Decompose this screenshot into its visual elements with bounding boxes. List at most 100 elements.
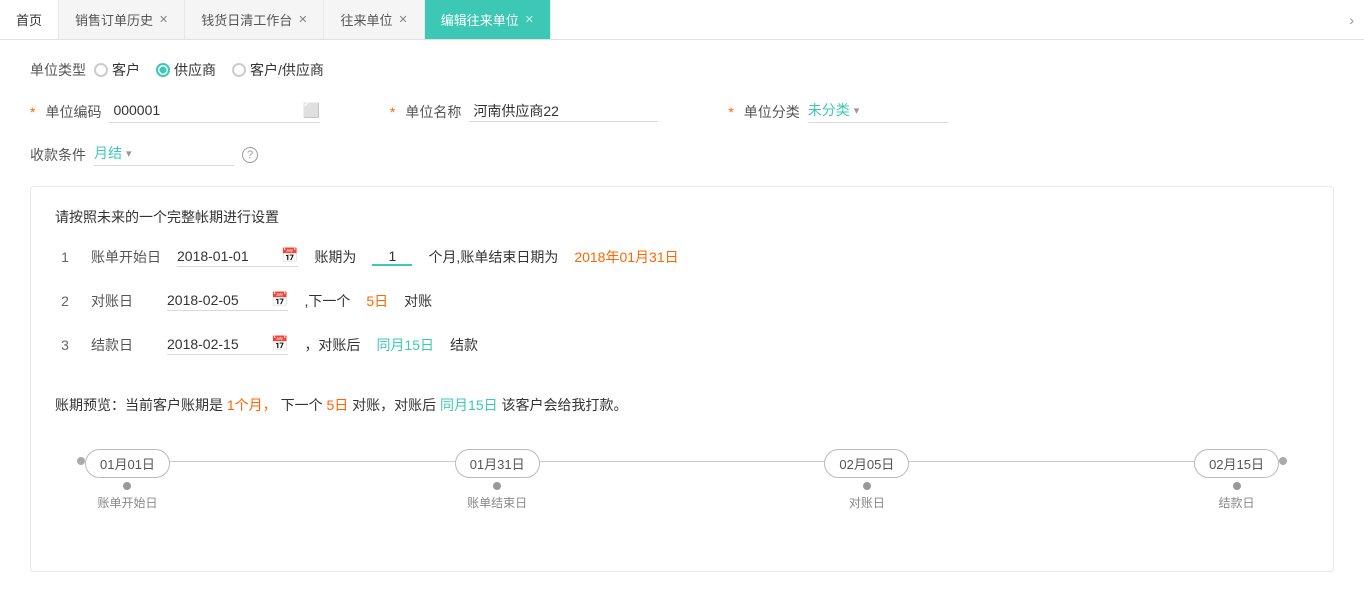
radio-supplier[interactable]: 供应商 bbox=[156, 60, 216, 80]
preview-label: 账期预览：当前客户账期是 bbox=[55, 397, 223, 413]
account-start-suffix: 个月,账单结束日期为 bbox=[428, 247, 558, 267]
settlement-label: 结款日 bbox=[91, 335, 151, 355]
row-num-2: 2 bbox=[55, 293, 75, 309]
reconcile-date-input[interactable] bbox=[167, 292, 267, 308]
reconcile-row: 2 对账日 📅 ,下一个 5日 对账 bbox=[55, 291, 1309, 311]
unit-type-group: 单位类型 客户 供应商 客户/供应商 bbox=[30, 60, 324, 80]
month-input[interactable] bbox=[372, 248, 412, 266]
tab-edit-partner-label: 编辑往来单位 bbox=[441, 10, 519, 29]
account-start-cal-icon[interactable]: 📅 bbox=[281, 247, 298, 264]
timeline-date-2: 01月31日 bbox=[455, 449, 540, 478]
radio-customer-label: 客户 bbox=[112, 60, 140, 80]
copy-icon[interactable]: ⬜ bbox=[302, 102, 319, 119]
timeline-dot-3 bbox=[863, 482, 871, 490]
preview-text: 账期预览：当前客户账期是 1个月， 下一个 5日 对账，对账后 同月15日 该客… bbox=[55, 395, 1309, 415]
unit-name-label: 单位名称 bbox=[405, 102, 461, 122]
unit-code-input-wrapper: ⬜ bbox=[109, 100, 319, 123]
chevron-right-icon: › bbox=[1349, 12, 1354, 28]
preview-highlight1: 1个月， bbox=[227, 397, 277, 413]
row-num-3: 3 bbox=[55, 337, 75, 353]
unit-name-input[interactable] bbox=[469, 101, 658, 122]
payment-terms-label: 收款条件 bbox=[30, 145, 86, 165]
radio-supplier-label: 供应商 bbox=[174, 60, 216, 80]
reconcile-highlight: 5日 bbox=[366, 291, 388, 311]
settlement-suffix-2: 结款 bbox=[450, 335, 478, 355]
preview-text4: 该客户会给我打款。 bbox=[502, 397, 628, 413]
settlement-cal-icon[interactable]: 📅 bbox=[271, 335, 288, 352]
unit-type-radio-group: 客户 供应商 客户/供应商 bbox=[94, 60, 324, 80]
unit-name-required: * bbox=[390, 104, 395, 120]
settlement-suffix-1: ，对账后 bbox=[304, 335, 360, 355]
unit-category-arrow: ▾ bbox=[854, 104, 860, 117]
reconcile-date-wrapper: 📅 bbox=[167, 291, 288, 311]
unit-category-required: * bbox=[728, 104, 733, 120]
unit-category-group: * 单位分类 未分类 ▾ bbox=[728, 100, 947, 123]
tab-sales-history-close[interactable]: ✕ bbox=[159, 13, 168, 26]
account-start-label: 账单开始日 bbox=[91, 247, 161, 267]
timeline-caption-1: 账单开始日 bbox=[97, 494, 157, 511]
settlement-date-input[interactable] bbox=[167, 336, 267, 352]
tab-home[interactable]: 首页 bbox=[0, 0, 59, 39]
radio-both[interactable]: 客户/供应商 bbox=[232, 60, 324, 80]
radio-both-circle bbox=[232, 63, 246, 77]
tab-cash-work-label: 钱货日清工作台 bbox=[201, 10, 292, 29]
settlement-date-wrapper: 📅 bbox=[167, 335, 288, 355]
timeline-caption-3: 对账日 bbox=[849, 494, 885, 511]
unit-code-input[interactable] bbox=[109, 100, 298, 120]
timeline-dot-1 bbox=[123, 482, 131, 490]
timeline-date-3: 02月05日 bbox=[824, 449, 909, 478]
unit-name-group: * 单位名称 bbox=[390, 101, 658, 122]
tab-bar: 首页 销售订单历史 ✕ 钱货日清工作台 ✕ 往来单位 ✕ 编辑往来单位 ✕ › bbox=[0, 0, 1364, 40]
timeline-caption-4: 结款日 bbox=[1219, 494, 1255, 511]
timeline-container: 01月01日 账单开始日 01月31日 账单结束日 02月05日 对账 bbox=[55, 439, 1309, 551]
timeline-dot-4 bbox=[1233, 482, 1241, 490]
unit-category-select[interactable]: 未分类 ▾ bbox=[808, 100, 948, 123]
unit-category-value: 未分类 bbox=[808, 100, 850, 120]
settlement-highlight: 同月15日 bbox=[376, 335, 434, 355]
radio-customer[interactable]: 客户 bbox=[94, 60, 140, 80]
reconcile-suffix-2: 对账 bbox=[404, 291, 432, 311]
account-start-date-input[interactable] bbox=[177, 248, 277, 264]
tab-cash-work[interactable]: 钱货日清工作台 ✕ bbox=[185, 0, 324, 39]
tab-edit-partner-close[interactable]: ✕ bbox=[525, 13, 534, 26]
unit-code-group: * 单位编码 ⬜ bbox=[30, 100, 320, 123]
payment-terms-value: 月结 bbox=[94, 143, 122, 163]
payment-terms-arrow: ▾ bbox=[126, 147, 132, 160]
unit-type-label: 单位类型 bbox=[30, 60, 86, 80]
preview-section: 账期预览：当前客户账期是 1个月， 下一个 5日 对账，对账后 同月15日 该客… bbox=[55, 379, 1309, 551]
timeline-nodes: 01月01日 账单开始日 01月31日 账单结束日 02月05日 对账 bbox=[85, 449, 1279, 511]
unit-code-required: * bbox=[30, 104, 35, 120]
preview-text2: 下一个 bbox=[281, 397, 323, 413]
account-start-end-date: 2018年01月31日 bbox=[574, 247, 678, 267]
timeline-left-cap bbox=[77, 457, 85, 465]
tab-home-label: 首页 bbox=[16, 10, 42, 29]
main-content: 单位类型 客户 供应商 客户/供应商 * 单位编码 bbox=[0, 40, 1364, 612]
preview-text3: 对账，对账后 bbox=[352, 397, 436, 413]
preview-highlight3: 同月15日 bbox=[440, 397, 498, 413]
reconcile-cal-icon[interactable]: 📅 bbox=[271, 291, 288, 308]
payment-terms-group: 收款条件 月结 ▾ ? bbox=[30, 143, 258, 166]
account-start-suffix-prefix: 账期为 bbox=[314, 247, 356, 267]
tab-partner-unit[interactable]: 往来单位 ✕ bbox=[324, 0, 424, 39]
timeline-node-2: 01月31日 账单结束日 bbox=[455, 449, 540, 511]
period-settings-card: 请按照未来的一个完整帐期进行设置 1 账单开始日 📅 账期为 个月,账单结束日期… bbox=[30, 186, 1334, 572]
reconcile-suffix-1: ,下一个 bbox=[304, 291, 350, 311]
radio-supplier-circle bbox=[156, 63, 170, 77]
help-icon[interactable]: ? bbox=[242, 147, 258, 163]
tab-cash-work-close[interactable]: ✕ bbox=[298, 13, 307, 26]
timeline-node-1: 01月01日 账单开始日 bbox=[85, 449, 170, 511]
account-start-row: 1 账单开始日 📅 账期为 个月,账单结束日期为 2018年01月31日 bbox=[55, 247, 1309, 267]
tab-edit-partner[interactable]: 编辑往来单位 ✕ bbox=[425, 0, 551, 39]
reconcile-label: 对账日 bbox=[91, 291, 151, 311]
payment-terms-select[interactable]: 月结 ▾ bbox=[94, 143, 234, 166]
tab-sales-history[interactable]: 销售订单历史 ✕ bbox=[59, 0, 185, 39]
unit-info-row: * 单位编码 ⬜ * 单位名称 * 单位分类 未分类 ▾ bbox=[30, 100, 1334, 123]
tab-partner-unit-close[interactable]: ✕ bbox=[399, 13, 408, 26]
tab-more-button[interactable]: › bbox=[1339, 0, 1364, 39]
tab-sales-history-label: 销售订单历史 bbox=[75, 10, 153, 29]
card-title: 请按照未来的一个完整帐期进行设置 bbox=[55, 207, 1309, 227]
radio-both-label: 客户/供应商 bbox=[250, 60, 324, 80]
tab-partner-unit-label: 往来单位 bbox=[340, 10, 392, 29]
timeline-right-cap bbox=[1279, 457, 1287, 465]
radio-customer-circle bbox=[94, 63, 108, 77]
